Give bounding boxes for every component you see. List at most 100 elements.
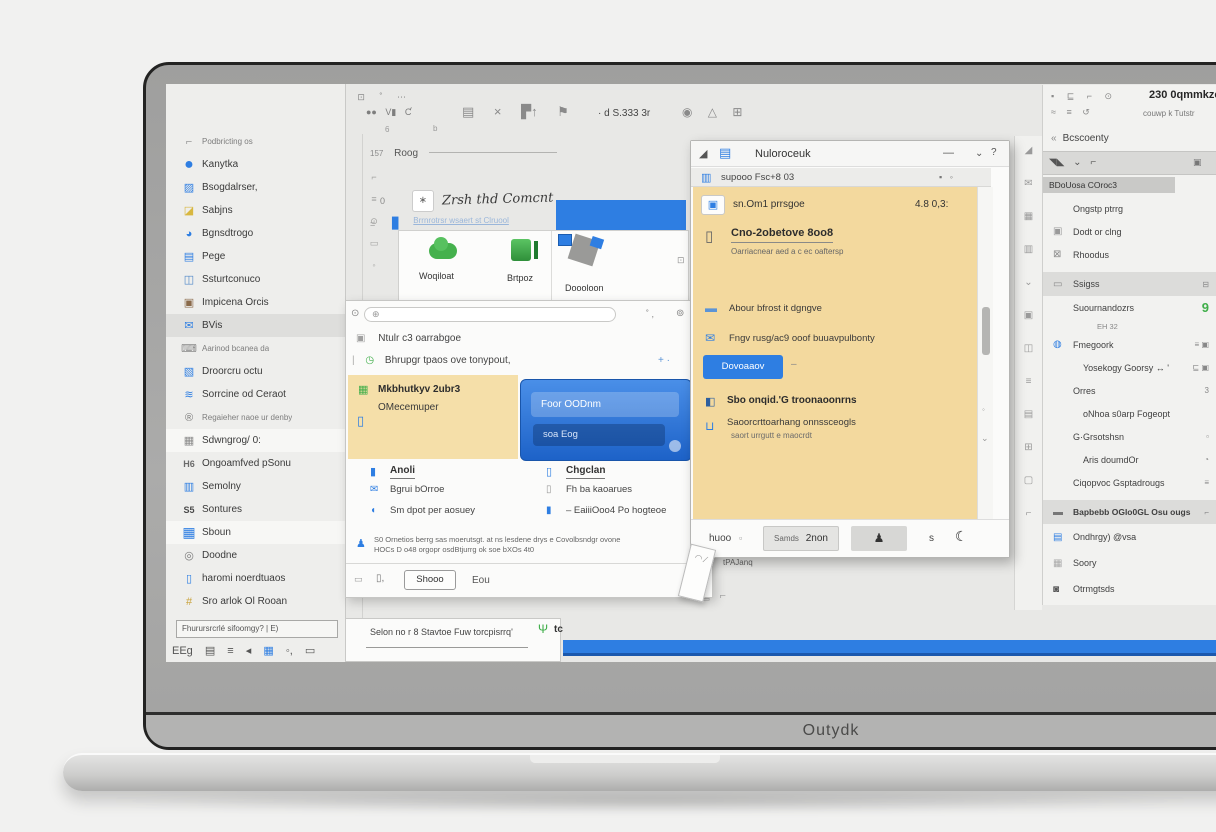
panel-toolbar-icons[interactable]: ◥◣ ⌄ ⌐ xyxy=(1049,157,1096,168)
panel-row[interactable]: ⊠ Rhoodus xyxy=(1043,243,1216,266)
panel-toolbar-right-icon[interactable]: ▣ xyxy=(1193,157,1202,168)
panel-row[interactable]: ▬ Bapbebb OGlo0GL Osu ougs ⌐ xyxy=(1043,500,1216,524)
column-row[interactable]: ◖ Sm dpot per aosuey xyxy=(346,500,526,521)
monitor-icon[interactable]: ▦ xyxy=(263,645,273,657)
panel-row[interactable]: Ongstp ptrrg xyxy=(1043,197,1216,220)
panel-row[interactable]: Suournandozrs 9 xyxy=(1043,296,1216,319)
sidebar-search-input[interactable]: Fhurursrcrlé sifoomgy? | E) xyxy=(176,620,338,638)
rail-module-icon[interactable]: ▥ xyxy=(1015,235,1042,268)
rail-module-icon[interactable]: ✉ xyxy=(1015,169,1042,202)
help-button[interactable]: ? xyxy=(991,147,997,158)
panel-selected-row[interactable]: BDoUosa COroc3 xyxy=(1043,177,1175,193)
send-button[interactable]: Samds 2non xyxy=(763,526,839,551)
sidebar-item[interactable]: # Sro arlok Ol Rooan xyxy=(166,590,345,613)
secondary-option-button[interactable]: soa Eog xyxy=(533,424,665,446)
sidebar-item[interactable]: ▥ Semolny xyxy=(166,475,345,498)
panel-row[interactable]: ◙ Otrmgtsds xyxy=(1043,576,1216,602)
drag-handle-dot[interactable] xyxy=(669,440,681,452)
rail-module-icon[interactable]: ◢ xyxy=(1015,136,1042,169)
palette-right-icons[interactable]: ˚ , xyxy=(646,309,654,319)
pinned-subtitle[interactable]: OMecemuper xyxy=(378,402,439,413)
rail-module-icon[interactable]: ▦ xyxy=(1015,202,1042,235)
sidebar-item[interactable]: ≋ Sorrcine od Ceraot xyxy=(166,383,345,406)
sidebar-item[interactable]: ▧ Droorcru octu xyxy=(166,360,345,383)
sidebar-item[interactable]: ◪ Sabjns xyxy=(166,199,345,222)
faded-link-text[interactable]: Brrnrotrsr wsaert st Clruool xyxy=(413,216,509,225)
tab-label: supooo Fsc+8 03 xyxy=(721,172,794,183)
column-row[interactable]: ▮ – EaiiiOoo4 Po hogteoe xyxy=(522,500,686,521)
rail-module-icon[interactable]: ▤ xyxy=(1015,400,1042,433)
option-row[interactable]: ✉ Fngv rusg/ac9 ooof buuavpulbonty xyxy=(693,323,979,353)
pinned-title[interactable]: Mkbhutkyv 2ubr3 xyxy=(378,384,460,395)
sidebar-item[interactable]: ▨ Bsogdalrser, xyxy=(166,176,345,199)
download-button[interactable]: Dovoaaov xyxy=(703,355,783,379)
tab-right-icons[interactable]: ▪ ◦ xyxy=(939,172,953,182)
sidebar-item[interactable]: ⌨ Aarinod bcanea da xyxy=(166,337,345,360)
panel-row[interactable]: ◍ Fmegoork ≡ ▣ xyxy=(1043,333,1216,356)
toolbar-icons-group-d[interactable]: ◉ △ ⊞ xyxy=(682,105,742,119)
panel-row[interactable]: G·Grsotshsn ▫ xyxy=(1043,425,1216,448)
sidebar-item[interactable]: ® Regaieher naoe ur denby xyxy=(166,406,345,429)
panel-row[interactable]: Aris doumdOr ◔ xyxy=(1043,448,1216,471)
panel-row[interactable]: ▦ Soory xyxy=(1043,550,1216,576)
palette-row[interactable]: | ◷ Bhrupgr tpaos ove tonypout, xyxy=(352,355,511,366)
sidebar-item[interactable]: ▯ haromi noerdtuaos xyxy=(166,567,345,590)
rail-module-icon[interactable]: ⌄ xyxy=(1015,268,1042,301)
sidebar-bottom-icons[interactable]: ◦, ▭ xyxy=(286,645,315,657)
panel-row[interactable]: EH 32 xyxy=(1043,319,1216,333)
search-icon: ⊕ xyxy=(372,309,380,319)
sidebar-item[interactable]: ▤ Pege xyxy=(166,245,345,268)
panel-row[interactable]: oNhoa s0arp Fogeopt xyxy=(1043,402,1216,425)
palette-search-input[interactable]: ⊕ xyxy=(364,307,616,322)
rail-module-icon[interactable]: ⌐ xyxy=(1015,499,1042,532)
sidebar-bottom-icons[interactable]: EEg ▤ ≡ ◂ xyxy=(172,645,251,657)
palette-row[interactable]: ▣ Ntulr c3 oarrabgoe xyxy=(356,333,461,344)
sidebar-item[interactable]: ✉ BVis xyxy=(166,314,345,337)
crescent-icon[interactable]: ☾ xyxy=(955,528,968,545)
sidebar-item[interactable]: ▣ Impicena Orcis xyxy=(166,291,345,314)
rail-module-icon[interactable]: ≡ xyxy=(1015,367,1042,400)
sidebar-item-label: Aarinod bcanea da xyxy=(202,344,269,353)
dialog-scrollbar[interactable]: ◦ ⌄ xyxy=(977,187,993,519)
plus-icon[interactable]: + · xyxy=(658,355,670,366)
column-row[interactable]: ✉ Bgrui bOrroe xyxy=(346,479,526,500)
panel-row[interactable]: Yosekogy Goorsy ↔ ' ⊑ ▣ xyxy=(1043,356,1216,379)
rail-module-icon[interactable]: ◫ xyxy=(1015,334,1042,367)
card-label[interactable]: Brtpoz xyxy=(507,273,533,283)
show-button[interactable]: Shooo xyxy=(404,570,456,590)
option-row[interactable]: ▬ Abour bfrost it dgngve xyxy=(693,293,979,323)
sidebar-item[interactable]: S5 Sontures xyxy=(166,498,345,521)
sidebar-item[interactable]: ▦ Sboun xyxy=(166,521,345,544)
dialog-tab-row[interactable]: ▥ supooo Fsc+8 03 ▪ ◦ xyxy=(691,168,991,187)
toolbar-icons-group-b[interactable]: ●● V▮ Ƈ xyxy=(366,107,411,118)
sidebar-item[interactable]: ▦ Sdwngrog/ 0: xyxy=(166,429,345,452)
sidebar-item[interactable]: ◕ Bgnsdtrogo xyxy=(166,222,345,245)
panel-row[interactable]: ▣ Dodt or clng xyxy=(1043,220,1216,243)
column-row[interactable]: ▯ Fh ba kaoarues xyxy=(522,479,686,500)
contact-button[interactable]: ♟ xyxy=(851,526,907,551)
sidebar-item[interactable]: ◫ Ssturtconuco xyxy=(166,268,345,291)
minimize-button[interactable]: — xyxy=(943,147,954,159)
panel-row[interactable]: Orres 3 xyxy=(1043,379,1216,402)
rail-module-icon[interactable]: ▣ xyxy=(1015,301,1042,334)
gutter-icon: ⌐ xyxy=(364,172,384,194)
scrollbar-thumb[interactable] xyxy=(982,307,990,355)
sidebar-item[interactable]: ⌐ Podbricting os xyxy=(166,130,345,153)
sidebar-item[interactable]: H6 Ongoamfved pSonu xyxy=(166,452,345,475)
panel-row[interactable]: Ciqopvoc Gsptadrougs ≡ xyxy=(1043,471,1216,494)
restore-button[interactable]: ⌄ xyxy=(975,148,983,159)
image-chip-icon[interactable]: ▣ xyxy=(701,195,725,215)
card-label[interactable]: Doooloon xyxy=(565,283,604,293)
rail-module-icon[interactable]: ▢ xyxy=(1015,466,1042,499)
sidebar-item[interactable]: ◎ Doodne xyxy=(166,544,345,567)
panel-row[interactable]: ▭ Ssigss ⊟ xyxy=(1043,272,1216,296)
record-icon[interactable]: ⊚ xyxy=(676,308,684,319)
rail-module-icon[interactable]: ⊞ xyxy=(1015,433,1042,466)
card-label[interactable]: Woqiloat xyxy=(419,271,454,281)
dialog-titlebar[interactable]: ◢ ▤ Nuloroceuk — ⌄ ? xyxy=(691,141,1009,167)
toolbar-icons-group-c[interactable]: ▤ × ▛↑ ⚑ xyxy=(462,104,569,120)
primary-option-button[interactable]: Foor OODnm xyxy=(531,392,679,417)
panel-row[interactable]: ▤ Ondhrgy) @vsa xyxy=(1043,524,1216,550)
target-icon[interactable]: ⊙ xyxy=(351,308,359,319)
sidebar-item[interactable]: ● Kanytka xyxy=(166,153,345,176)
